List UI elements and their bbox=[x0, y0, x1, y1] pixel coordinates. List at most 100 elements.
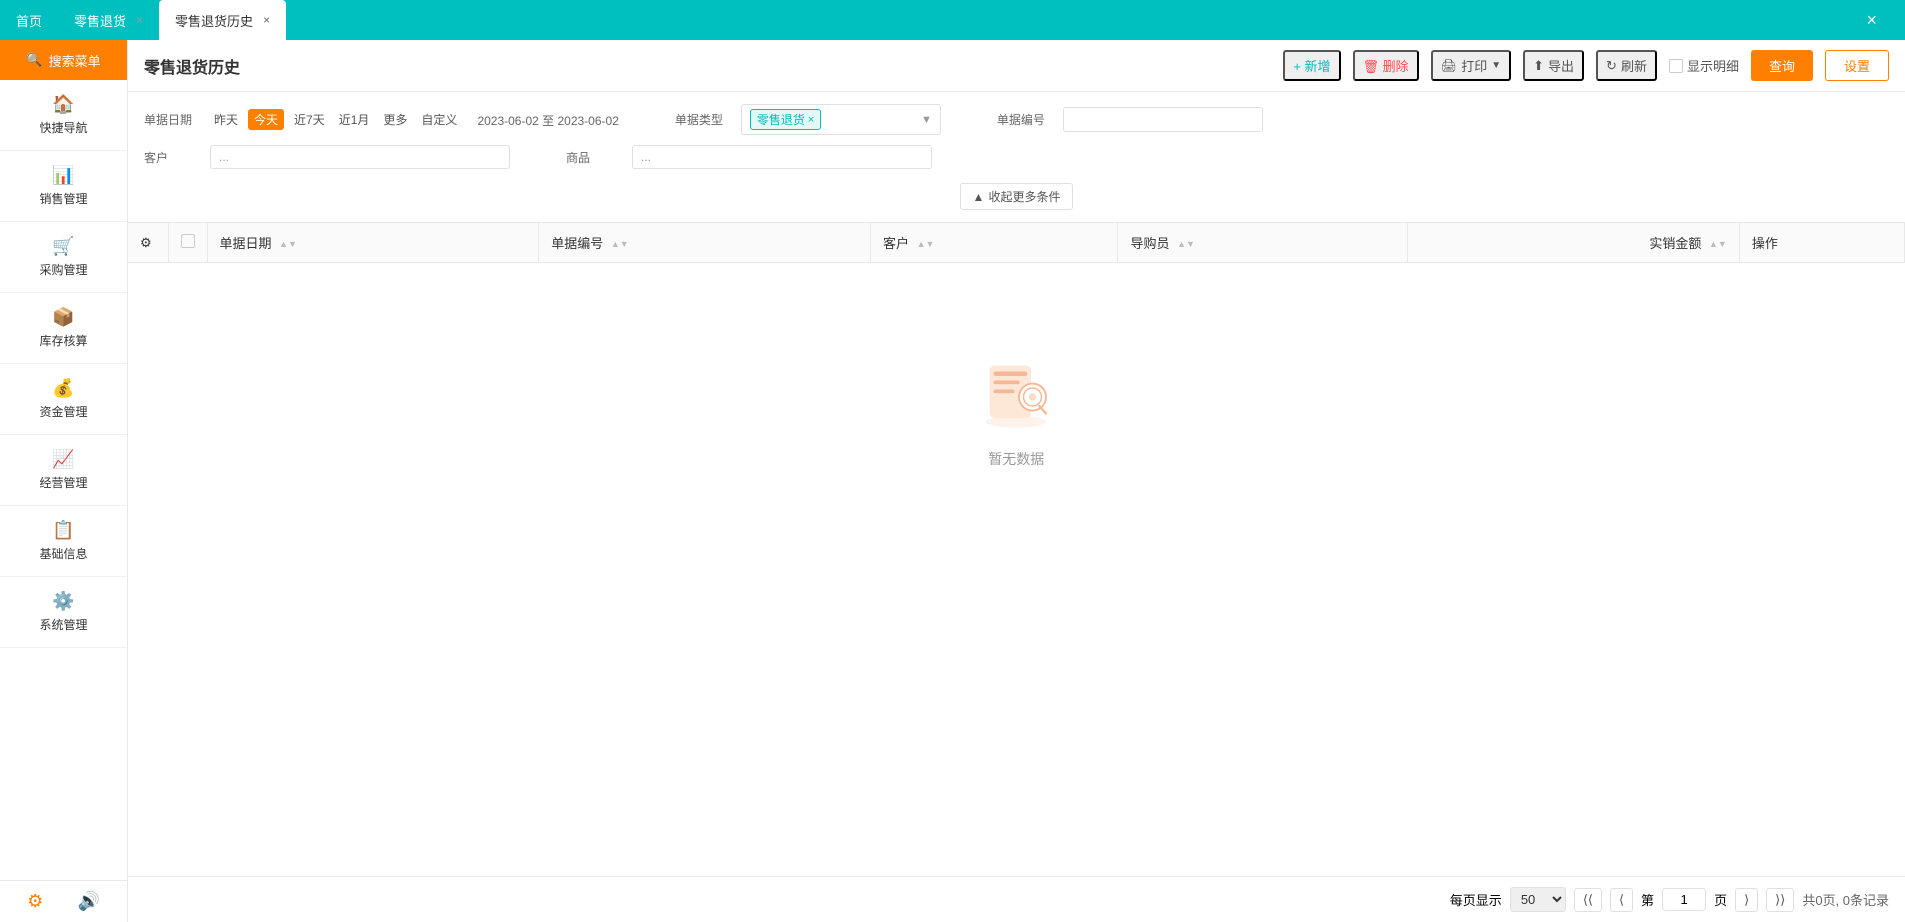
print-button[interactable]: 🖨 打印 ▼ bbox=[1431, 50, 1511, 81]
type-filter-box[interactable]: 零售退货 × ▼ bbox=[741, 104, 941, 135]
export-icon: ⬆ bbox=[1533, 58, 1544, 74]
print-label: 打印 bbox=[1461, 56, 1487, 75]
th-guide[interactable]: 导购员 ▲▼ bbox=[1118, 223, 1408, 263]
page-header: 零售退货历史 + 新增 🗑 删除 🖨 打印 ▼ ⬆ 导出 ↻ 刷新 bbox=[128, 40, 1905, 92]
th-amount[interactable]: 实销金额 ▲▼ bbox=[1408, 223, 1740, 263]
total-info: 共0页, 0条记录 bbox=[1802, 890, 1889, 909]
th-ops: 操作 bbox=[1739, 223, 1904, 263]
goods-filter-box[interactable]: ... bbox=[632, 145, 932, 169]
tab-home[interactable]: 首页 bbox=[0, 0, 58, 40]
type-chevron-icon: ▼ bbox=[921, 114, 932, 126]
setting-button[interactable]: 设置 bbox=[1825, 50, 1889, 81]
th-ops-label: 操作 bbox=[1752, 236, 1778, 251]
date-opt-1month[interactable]: 近1月 bbox=[335, 110, 374, 129]
column-setting-icon[interactable]: ⚙ bbox=[140, 235, 152, 250]
sidebar-item-operations[interactable]: 📈 经营管理 bbox=[0, 435, 127, 506]
delete-button[interactable]: 🗑 删除 bbox=[1353, 50, 1419, 81]
refresh-button[interactable]: ↻ 刷新 bbox=[1596, 50, 1657, 81]
table-area: ⚙ 单据日期 ▲▼ 单据编号 ▲▼ bbox=[128, 223, 1905, 876]
page-prev-button[interactable]: ⟨ bbox=[1610, 888, 1633, 912]
new-button[interactable]: + 新增 bbox=[1283, 50, 1340, 81]
date-sort-icon[interactable]: ▲▼ bbox=[279, 240, 297, 249]
number-filter-label: 单据编号 bbox=[997, 111, 1047, 128]
tab-retail-return-history-close[interactable]: × bbox=[263, 13, 270, 27]
page-number-input[interactable] bbox=[1662, 888, 1706, 911]
sidebar-item-system-mgmt[interactable]: ⚙️ 系统管理 bbox=[0, 577, 127, 648]
refresh-icon: ↻ bbox=[1606, 58, 1617, 74]
settings-gear-icon[interactable]: ⚙ bbox=[27, 891, 43, 912]
guide-sort-icon[interactable]: ▲▼ bbox=[1177, 240, 1195, 249]
tab-list: 首页 零售退货 × 零售退货历史 × bbox=[0, 0, 1854, 40]
refresh-label: 刷新 bbox=[1621, 56, 1647, 75]
th-checkbox[interactable] bbox=[168, 223, 207, 263]
per-page-select[interactable]: 10 20 50 100 bbox=[1510, 887, 1566, 912]
sidebar-search-label: 搜索菜单 bbox=[49, 51, 101, 70]
page-last-button[interactable]: ⟩⟩ bbox=[1766, 888, 1794, 912]
collapse-button[interactable]: ▲ 收起更多条件 bbox=[960, 183, 1074, 210]
amount-sort-icon[interactable]: ▲▼ bbox=[1709, 240, 1727, 249]
date-opt-7days[interactable]: 近7天 bbox=[290, 110, 329, 129]
th-customer-label: 客户 bbox=[883, 236, 909, 251]
tab-retail-return-close[interactable]: × bbox=[136, 13, 143, 27]
sidebar: 🔍 搜索菜单 🏠 快捷导航 📊 销售管理 🛒 采购管理 📦 库存核算 💰 bbox=[0, 40, 128, 922]
sidebar-item-basic-info-label: 基础信息 bbox=[39, 545, 87, 562]
sidebar-item-finance[interactable]: 💰 资金管理 bbox=[0, 364, 127, 435]
export-button[interactable]: ⬆ 导出 bbox=[1523, 50, 1584, 81]
show-detail-toggle[interactable]: 显示明细 bbox=[1669, 56, 1739, 75]
page-next-button[interactable]: ⟩ bbox=[1735, 888, 1758, 912]
data-table: ⚙ 单据日期 ▲▼ 单据编号 ▲▼ bbox=[128, 223, 1905, 549]
tab-retail-return-label: 零售退货 bbox=[74, 11, 126, 30]
type-tag-close[interactable]: × bbox=[808, 114, 814, 126]
th-customer[interactable]: 客户 ▲▼ bbox=[870, 223, 1118, 263]
customer-filter-label: 客户 bbox=[144, 149, 194, 166]
th-setting[interactable]: ⚙ bbox=[128, 223, 168, 263]
number-sort-icon[interactable]: ▲▼ bbox=[611, 240, 629, 249]
sidebar-search[interactable]: 🔍 搜索菜单 bbox=[0, 40, 127, 80]
customer-filter-box[interactable]: ... bbox=[210, 145, 510, 169]
sidebar-item-purchase-mgmt[interactable]: 🛒 采购管理 bbox=[0, 222, 127, 293]
sound-icon[interactable]: 🔊 bbox=[77, 891, 99, 912]
empty-text: 暂无数据 bbox=[988, 449, 1044, 469]
sidebar-item-purchase-label: 采购管理 bbox=[39, 261, 87, 278]
print-chevron-icon: ▼ bbox=[1491, 60, 1501, 71]
date-filter-label: 单据日期 bbox=[144, 111, 194, 128]
content-area: 零售退货历史 + 新增 🗑 删除 🖨 打印 ▼ ⬆ 导出 ↻ 刷新 bbox=[128, 40, 1905, 922]
inventory-icon: 📦 bbox=[52, 307, 74, 328]
number-filter-input[interactable] bbox=[1063, 107, 1263, 132]
th-date[interactable]: 单据日期 ▲▼ bbox=[207, 223, 539, 263]
select-all-checkbox[interactable] bbox=[181, 234, 195, 248]
sidebar-item-finance-label: 资金管理 bbox=[39, 403, 87, 420]
main-layout: 🔍 搜索菜单 🏠 快捷导航 📊 销售管理 🛒 采购管理 📦 库存核算 💰 bbox=[0, 40, 1905, 922]
page-first-button[interactable]: ⟨⟨ bbox=[1574, 888, 1602, 912]
per-page-label: 每页显示 bbox=[1450, 890, 1502, 909]
sidebar-item-inventory[interactable]: 📦 库存核算 bbox=[0, 293, 127, 364]
customer-filter-ellipsis: ... bbox=[219, 150, 229, 164]
date-opt-today[interactable]: 今天 bbox=[248, 109, 284, 130]
sidebar-item-system-label: 系统管理 bbox=[39, 616, 87, 633]
finance-icon: 💰 bbox=[52, 378, 74, 399]
customer-sort-icon[interactable]: ▲▼ bbox=[917, 240, 935, 249]
sidebar-item-operations-label: 经营管理 bbox=[39, 474, 87, 491]
purchase-icon: 🛒 bbox=[52, 236, 74, 257]
sidebar-item-basic-info[interactable]: 📋 基础信息 bbox=[0, 506, 127, 577]
window-close-button[interactable]: × bbox=[1854, 10, 1889, 31]
sidebar-item-quick-nav[interactable]: 🏠 快捷导航 bbox=[0, 80, 127, 151]
sidebar-item-sales-mgmt[interactable]: 📊 销售管理 bbox=[0, 151, 127, 222]
th-number[interactable]: 单据编号 ▲▼ bbox=[539, 223, 871, 263]
empty-state: 暂无数据 bbox=[128, 263, 1905, 549]
tab-retail-return-history[interactable]: 零售退货历史 × bbox=[159, 0, 286, 40]
th-guide-label: 导购员 bbox=[1130, 236, 1169, 251]
tab-retail-return[interactable]: 零售退货 × bbox=[58, 0, 159, 40]
date-opt-more[interactable]: 更多 bbox=[379, 110, 411, 129]
date-opt-custom[interactable]: 自定义 bbox=[417, 110, 461, 129]
top-bar-right: × bbox=[1854, 10, 1905, 31]
date-options: 昨天 今天 近7天 近1月 更多 自定义 bbox=[210, 109, 461, 130]
empty-illustration bbox=[971, 343, 1061, 433]
show-detail-label: 显示明细 bbox=[1687, 56, 1739, 75]
query-button[interactable]: 查询 bbox=[1751, 50, 1813, 81]
sales-icon: 📊 bbox=[52, 165, 74, 186]
page-label-suffix: 页 bbox=[1714, 890, 1727, 909]
th-number-label: 单据编号 bbox=[551, 236, 603, 251]
date-opt-yesterday[interactable]: 昨天 bbox=[210, 110, 242, 129]
show-detail-checkbox[interactable] bbox=[1669, 59, 1683, 73]
